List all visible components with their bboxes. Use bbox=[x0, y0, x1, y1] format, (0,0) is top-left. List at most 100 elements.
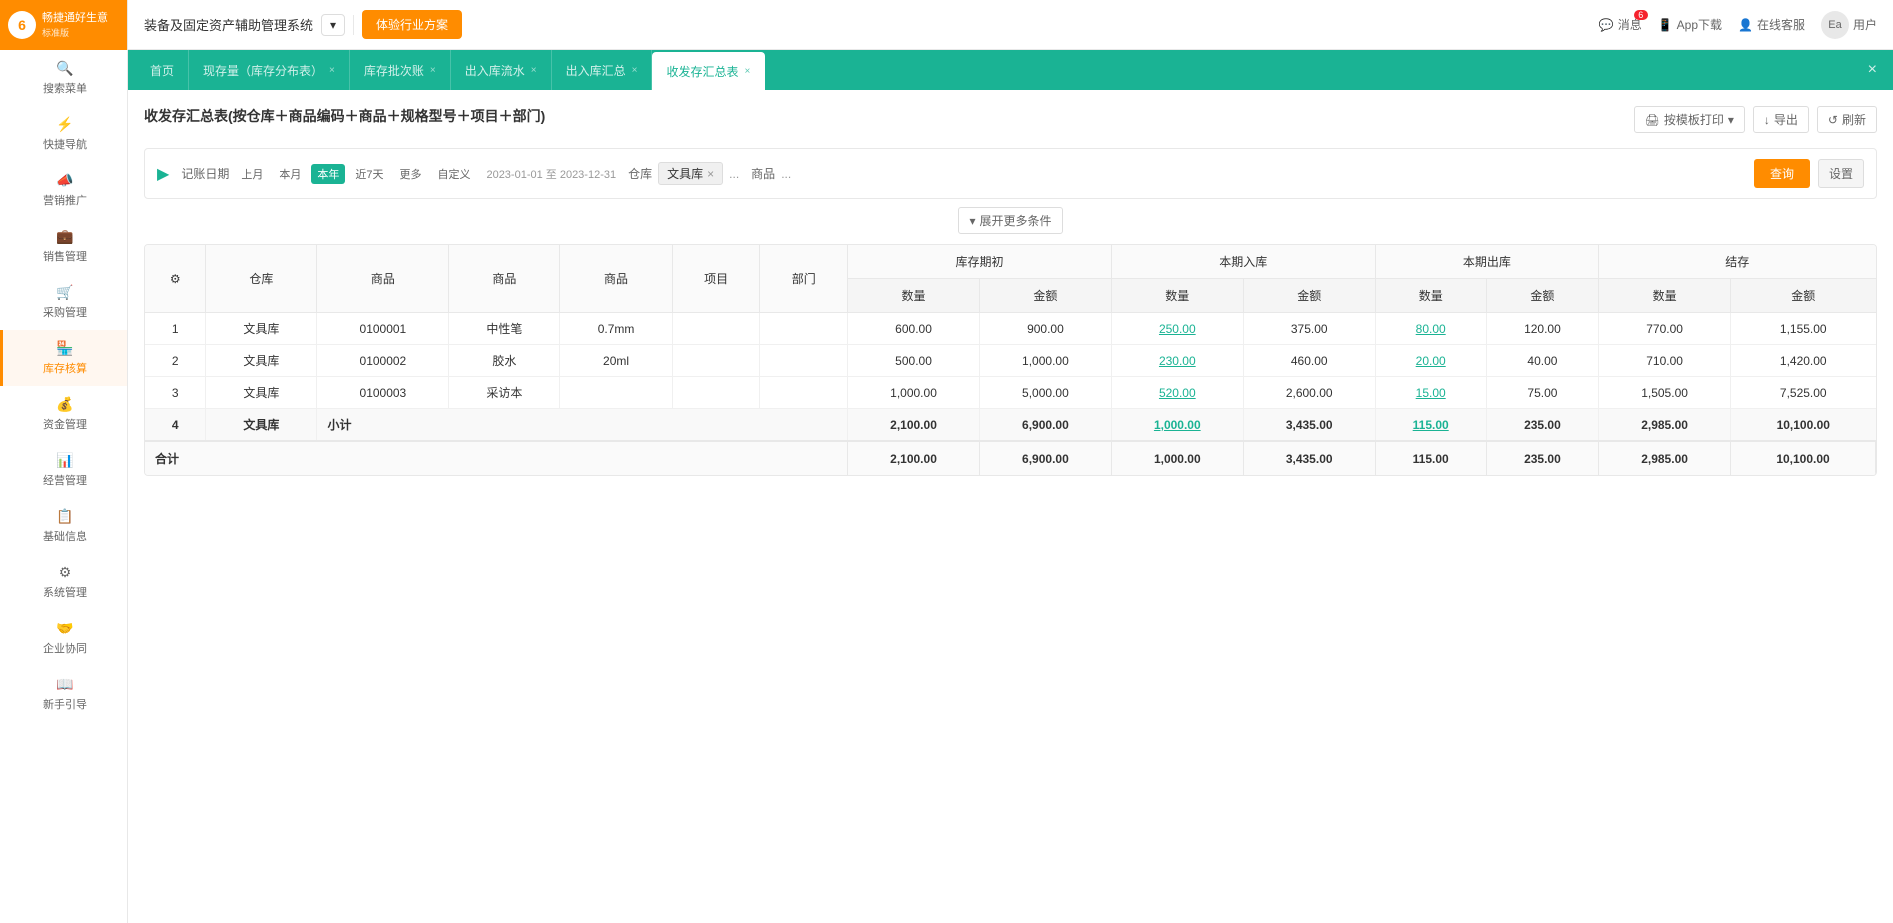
main-area: 装备及固定资产辅助管理系统 ▾ 体验行业方案 💬 消息 6 📱 App下载 👤 … bbox=[128, 0, 1893, 923]
tab-label-in-out-flow: 出入库流水 bbox=[465, 62, 525, 79]
sidebar-item-basic-info[interactable]: 📋基础信息 bbox=[0, 498, 127, 554]
sidebar-item-quick-nav[interactable]: ⚡快捷导航 bbox=[0, 106, 127, 162]
cell-in-qty[interactable]: 250.00 bbox=[1111, 313, 1243, 345]
tab-home[interactable]: 首页 bbox=[136, 50, 189, 90]
sidebar-item-search[interactable]: 🔍搜索菜单 bbox=[0, 50, 127, 106]
goods-more[interactable]: ... bbox=[781, 167, 791, 181]
date-shortcut-本月[interactable]: 本月 bbox=[273, 164, 307, 184]
message-item[interactable]: 💬 消息 6 bbox=[1599, 16, 1642, 33]
date-shortcut-自定义[interactable]: 自定义 bbox=[431, 164, 476, 184]
cell-bal-qty: 710.00 bbox=[1599, 345, 1731, 377]
expand-icon: ▾ bbox=[969, 214, 975, 228]
nav-icon-marketing: 📣 bbox=[56, 172, 73, 189]
sidebar-item-system[interactable]: ⚙系统管理 bbox=[0, 554, 127, 610]
tab-close-in-out-summary[interactable]: × bbox=[632, 65, 638, 76]
refresh-button[interactable]: ↺ 刷新 bbox=[1817, 106, 1877, 133]
date-shortcut-本年[interactable]: 本年 bbox=[311, 164, 345, 184]
tab-close-recv-send-summary[interactable]: × bbox=[744, 66, 750, 77]
subtotal-bal-qty: 2,985.00 bbox=[1599, 409, 1731, 442]
cell-out-qty[interactable]: 15.00 bbox=[1375, 377, 1486, 409]
sidebar-item-guide[interactable]: 📖新手引导 bbox=[0, 666, 127, 722]
cell-open-amt: 1,000.00 bbox=[979, 345, 1111, 377]
th-in-group: 本期入库 bbox=[1111, 245, 1375, 279]
settings-button[interactable]: 设置 bbox=[1818, 159, 1864, 188]
footer-bal-amt: 10,100.00 bbox=[1731, 441, 1876, 475]
sidebar-item-finance[interactable]: 💰 资金管理 bbox=[0, 386, 127, 442]
footer-open-qty: 2,100.00 bbox=[848, 441, 980, 475]
subtotal-out-qty[interactable]: 115.00 bbox=[1375, 409, 1486, 442]
cell-spec: 0.7mm bbox=[560, 313, 672, 345]
th-goods-name: 商品 bbox=[449, 245, 560, 313]
filter-actions: 查询 设置 bbox=[1754, 159, 1864, 188]
filter-expand-arrow[interactable]: ▶ bbox=[157, 164, 169, 184]
tab-close-in-out-flow[interactable]: × bbox=[531, 65, 537, 76]
th-project: 项目 bbox=[672, 245, 760, 313]
subtotal-in-qty[interactable]: 1,000.00 bbox=[1111, 409, 1243, 442]
export-button[interactable]: ↓ 导出 bbox=[1753, 106, 1809, 133]
th-in-amt: 金额 bbox=[1243, 279, 1375, 313]
tab-close-batch-ledger[interactable]: × bbox=[430, 65, 436, 76]
cell-out-qty[interactable]: 20.00 bbox=[1375, 345, 1486, 377]
data-table-wrapper: ⚙ 仓库 商品 商品 商品 项目 部门 库存期初 本期入库 本期出库 结存 bbox=[144, 244, 1877, 476]
th-out-group: 本期出库 bbox=[1375, 245, 1598, 279]
tab-in-out-summary[interactable]: 出入库汇总× bbox=[552, 50, 653, 90]
user-area[interactable]: Ea 用户 bbox=[1821, 11, 1877, 39]
cell-code: 0100003 bbox=[317, 377, 449, 409]
filter-bar: ▶ 记账日期 上月本月本年近7天更多自定义 2023-01-01 至 2023-… bbox=[144, 148, 1877, 199]
cell-open-qty: 500.00 bbox=[848, 345, 980, 377]
date-shortcut-上月[interactable]: 上月 bbox=[235, 164, 269, 184]
date-shortcut-更多[interactable]: 更多 bbox=[393, 164, 427, 184]
tab-in-out-flow[interactable]: 出入库流水 × bbox=[451, 50, 552, 90]
warehouse-more[interactable]: ... bbox=[729, 167, 739, 181]
app-download-label: App下载 bbox=[1677, 16, 1722, 33]
nav-label-finance: 资金管理 bbox=[43, 416, 87, 432]
nav-icon-finance: 💰 bbox=[56, 396, 73, 413]
sidebar-item-enterprise[interactable]: 🤝企业协同 bbox=[0, 610, 127, 666]
sidebar: 6 畅捷通好生意 标准版 🔍搜索菜单⚡快捷导航📣营销推广💼销售管理🛒采购管理🏪库… bbox=[0, 0, 128, 923]
th-out-amt: 金额 bbox=[1486, 279, 1598, 313]
tab-recv-send-summary[interactable]: 收发存汇总表× bbox=[652, 52, 765, 90]
th-out-qty: 数量 bbox=[1375, 279, 1486, 313]
tab-inventory-dist[interactable]: 现存量（库存分布表）× bbox=[189, 50, 350, 90]
nav-icon-sales: 💼 bbox=[56, 228, 73, 245]
system-title: 装备及固定资产辅助管理系统 bbox=[144, 15, 313, 34]
experience-button[interactable]: 体验行业方案 bbox=[362, 10, 462, 39]
warehouse-tag-close[interactable]: × bbox=[707, 167, 714, 181]
app-download-item[interactable]: 📱 App下载 bbox=[1658, 16, 1722, 33]
th-bal-qty: 数量 bbox=[1599, 279, 1731, 313]
nav-label-marketing: 营销推广 bbox=[43, 192, 87, 208]
cell-dept bbox=[760, 345, 848, 377]
sidebar-item-sales[interactable]: 💼销售管理 bbox=[0, 218, 127, 274]
sidebar-item-marketing[interactable]: 📣 营销推广 bbox=[0, 162, 127, 218]
cell-spec: 20ml bbox=[560, 345, 672, 377]
print-button[interactable]: 🖨 按模板打印 ▾ bbox=[1634, 106, 1745, 133]
cell-out-qty[interactable]: 80.00 bbox=[1375, 313, 1486, 345]
tab-close-inventory-dist[interactable]: × bbox=[329, 65, 335, 76]
date-shortcut-近7天[interactable]: 近7天 bbox=[349, 164, 389, 184]
cell-warehouse: 文具库 bbox=[206, 345, 317, 377]
print-dropdown-icon: ▾ bbox=[1728, 113, 1734, 127]
cell-code: 0100001 bbox=[317, 313, 449, 345]
subtotal-warehouse: 文具库 bbox=[206, 409, 317, 442]
expand-conditions-button[interactable]: ▾ 展开更多条件 bbox=[958, 207, 1062, 234]
cell-in-qty[interactable]: 520.00 bbox=[1111, 377, 1243, 409]
online-service-item[interactable]: 👤 在线客服 bbox=[1738, 16, 1805, 33]
message-icon: 💬 bbox=[1599, 18, 1614, 32]
dropdown-arrow: ▾ bbox=[330, 18, 336, 32]
warehouse-tag[interactable]: 文具库 × bbox=[658, 162, 723, 185]
th-warehouse: 仓库 bbox=[206, 245, 317, 313]
cell-in-qty[interactable]: 230.00 bbox=[1111, 345, 1243, 377]
tab-batch-ledger[interactable]: 库存批次账× bbox=[350, 50, 451, 90]
cell-out-amt: 75.00 bbox=[1486, 377, 1598, 409]
query-button[interactable]: 查询 bbox=[1754, 159, 1810, 188]
cell-name: 胶水 bbox=[449, 345, 560, 377]
th-settings[interactable]: ⚙ bbox=[145, 245, 206, 313]
sidebar-item-inventory[interactable]: 🏪库存核算 bbox=[0, 330, 127, 386]
nav-icon-search: 🔍 bbox=[56, 60, 73, 77]
tab-bar-close[interactable]: × bbox=[1860, 61, 1885, 79]
sidebar-item-purchase[interactable]: 🛒采购管理 bbox=[0, 274, 127, 330]
cell-dept bbox=[760, 313, 848, 345]
system-dropdown[interactable]: ▾ bbox=[321, 14, 345, 36]
page-title: 收发存汇总表(按仓库＋商品编码＋商品＋规格型号＋项目＋部门) bbox=[144, 106, 545, 126]
sidebar-item-operations[interactable]: 📊经营管理 bbox=[0, 442, 127, 498]
